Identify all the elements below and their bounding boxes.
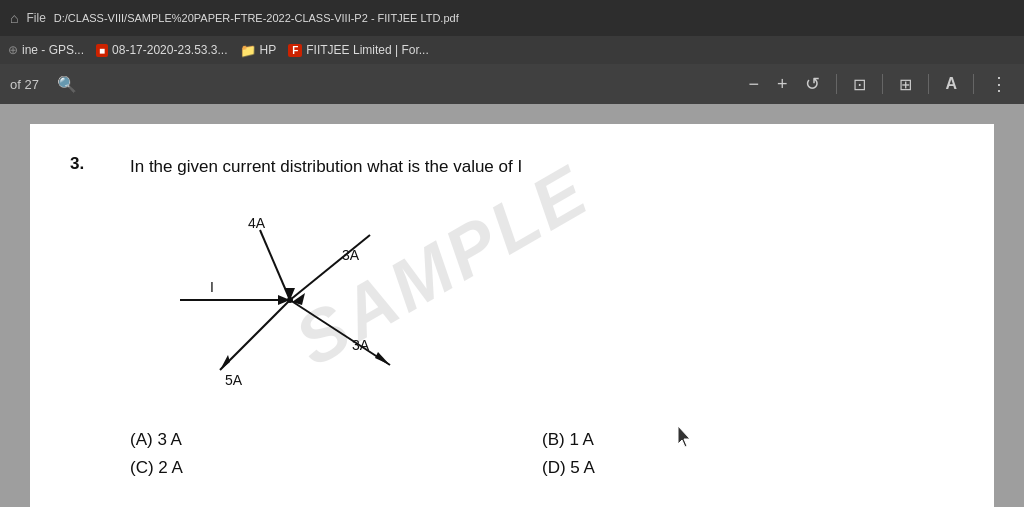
question-number: 3. bbox=[70, 154, 84, 174]
bookmark-date-label: 08-17-2020-23.53.3... bbox=[112, 43, 227, 57]
zoom-in-button[interactable]: + bbox=[771, 70, 794, 99]
folder-icon: 📁 bbox=[240, 43, 256, 58]
bookmark-date[interactable]: ■ 08-17-2020-23.53.3... bbox=[96, 43, 227, 57]
svg-marker-7 bbox=[375, 352, 390, 365]
red-icon: ■ bbox=[96, 44, 108, 57]
pdf-toolbar: of 27 🔍 − + ↺ ⊡ ⊞ A ⋮ bbox=[0, 64, 1024, 104]
label-3a-lower: 3A bbox=[352, 337, 370, 353]
bookmark-fiitjee-label: FIITJEE Limited | For... bbox=[306, 43, 428, 57]
spread-button[interactable]: ⊞ bbox=[893, 71, 918, 98]
svg-marker-9 bbox=[220, 355, 230, 370]
bookmark-gps-label: ine - GPS... bbox=[22, 43, 84, 57]
rotate-button[interactable]: ↺ bbox=[799, 69, 826, 99]
divider-1 bbox=[836, 74, 837, 94]
svg-line-4 bbox=[290, 235, 370, 300]
more-button[interactable]: ⋮ bbox=[984, 69, 1014, 99]
label-3a-upper: 3A bbox=[342, 247, 360, 263]
browser-title-bar: ⌂ File D:/CLASS-VIII/SAMPLE%20PAPER-FTRE… bbox=[0, 0, 1024, 36]
pdf-content: SAMPLE 3. In the given current distribut… bbox=[0, 104, 1024, 507]
pdf-page: SAMPLE 3. In the given current distribut… bbox=[30, 124, 994, 507]
label-5a: 5A bbox=[225, 372, 243, 388]
options-area: (A) 3 A (B) 1 A (C) 2 A (D) 5 A bbox=[130, 430, 954, 478]
fit-page-button[interactable]: ⊡ bbox=[847, 71, 872, 98]
text-button[interactable]: A bbox=[939, 71, 963, 97]
home-icon[interactable]: ⌂ bbox=[10, 10, 18, 26]
bookmark-hp[interactable]: 📁 HP bbox=[240, 43, 277, 58]
label-I: I bbox=[210, 279, 214, 295]
option-b: (B) 1 A bbox=[542, 430, 954, 450]
label-4a: 4A bbox=[248, 215, 266, 231]
tab-title: D:/CLASS-VIII/SAMPLE%20PAPER-FTRE-2022-C… bbox=[54, 12, 459, 24]
option-d: (D) 5 A bbox=[542, 458, 954, 478]
divider-3 bbox=[928, 74, 929, 94]
f-icon: F bbox=[288, 44, 302, 57]
divider-2 bbox=[882, 74, 883, 94]
question-text: In the given current distribution what i… bbox=[130, 154, 954, 180]
option-c: (C) 2 A bbox=[130, 458, 542, 478]
bookmark-fiitjee[interactable]: F FIITJEE Limited | For... bbox=[288, 43, 429, 57]
svg-point-10 bbox=[287, 297, 293, 303]
zoom-out-button[interactable]: − bbox=[742, 70, 765, 99]
bookmarks-bar: ⊕ ine - GPS... ■ 08-17-2020-23.53.3... 📁… bbox=[0, 36, 1024, 64]
gps-icon: ⊕ bbox=[8, 43, 18, 57]
divider-4 bbox=[973, 74, 974, 94]
diagram-container: 4A I 3A 3A 5A bbox=[130, 200, 510, 420]
page-info: of 27 bbox=[10, 77, 39, 92]
bookmark-hp-label: HP bbox=[260, 43, 277, 57]
file-menu[interactable]: File bbox=[26, 11, 45, 25]
svg-line-6 bbox=[290, 300, 390, 365]
circuit-diagram: 4A I 3A 3A 5A bbox=[130, 200, 450, 410]
search-button[interactable]: 🔍 bbox=[53, 71, 81, 98]
svg-line-0 bbox=[260, 230, 290, 300]
bookmark-gps[interactable]: ⊕ ine - GPS... bbox=[8, 43, 84, 57]
svg-line-8 bbox=[220, 300, 290, 370]
option-a: (A) 3 A bbox=[130, 430, 542, 450]
